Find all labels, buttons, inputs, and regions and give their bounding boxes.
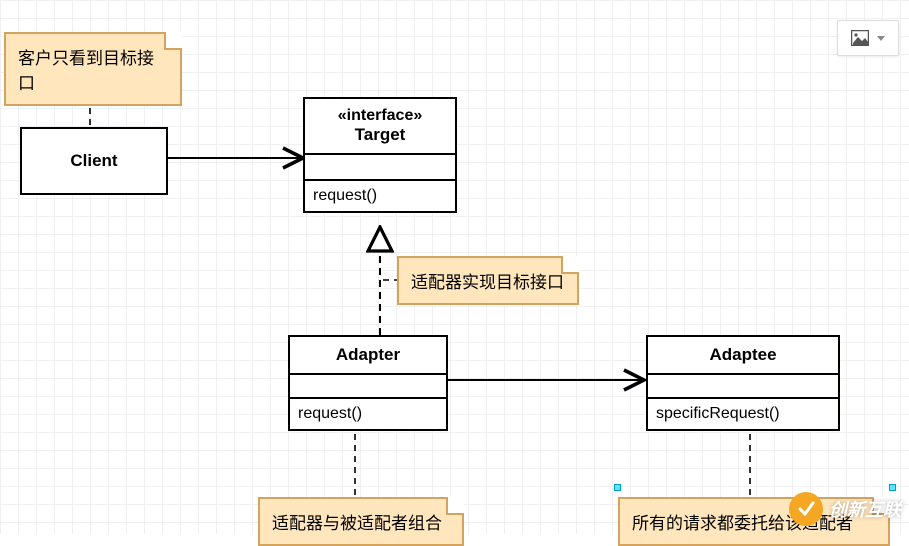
attributes-compartment bbox=[290, 373, 446, 397]
note-text: 适配器实现目标接口 bbox=[411, 273, 564, 292]
method-label: specificRequest() bbox=[656, 405, 780, 422]
note-delegates-all-requests[interactable]: 所有的请求都委托给该适配者 bbox=[618, 497, 890, 546]
note-adapter-implements-target[interactable]: 适配器实现目标接口 bbox=[397, 256, 579, 305]
interface-target[interactable]: «interface» Target request() bbox=[303, 97, 457, 213]
operations-compartment: specificRequest() bbox=[648, 397, 838, 429]
class-name: Adaptee bbox=[648, 337, 838, 373]
diagram-canvas[interactable]: 客户只看到目标接口 Client «interface» Target requ… bbox=[0, 0, 909, 534]
attributes-compartment bbox=[305, 153, 455, 179]
image-export-dropdown[interactable] bbox=[837, 20, 899, 56]
resize-handle[interactable] bbox=[614, 484, 621, 491]
note-fold-icon bbox=[561, 256, 579, 274]
note-adapter-composes-adaptee[interactable]: 适配器与被适配者组合 bbox=[258, 497, 464, 546]
operations-compartment: request() bbox=[305, 179, 455, 211]
note-client-sees-target[interactable]: 客户只看到目标接口 bbox=[4, 32, 182, 106]
stereotype-label: «interface» bbox=[311, 107, 449, 125]
note-text: 所有的请求都委托给该适配者 bbox=[632, 514, 853, 533]
method-label: request() bbox=[298, 405, 362, 422]
note-text: 客户只看到目标接口 bbox=[18, 49, 154, 93]
note-text: 适配器与被适配者组合 bbox=[272, 514, 442, 533]
note-fold-icon bbox=[872, 497, 890, 515]
class-adaptee[interactable]: Adaptee specificRequest() bbox=[646, 335, 840, 431]
class-header: «interface» Target bbox=[305, 99, 455, 153]
chevron-down-icon bbox=[877, 36, 885, 41]
class-title: Client bbox=[22, 129, 166, 193]
resize-handle[interactable] bbox=[889, 484, 896, 491]
class-client[interactable]: Client bbox=[20, 127, 168, 195]
picture-icon bbox=[851, 30, 869, 46]
note-fold-icon bbox=[446, 497, 464, 515]
attributes-compartment bbox=[648, 373, 838, 397]
class-adapter[interactable]: Adapter request() bbox=[288, 335, 448, 431]
class-name: Adapter bbox=[290, 337, 446, 373]
method-label: request() bbox=[313, 187, 377, 204]
operations-compartment: request() bbox=[290, 397, 446, 429]
note-fold-icon bbox=[164, 32, 182, 50]
class-name: Target bbox=[355, 125, 406, 144]
